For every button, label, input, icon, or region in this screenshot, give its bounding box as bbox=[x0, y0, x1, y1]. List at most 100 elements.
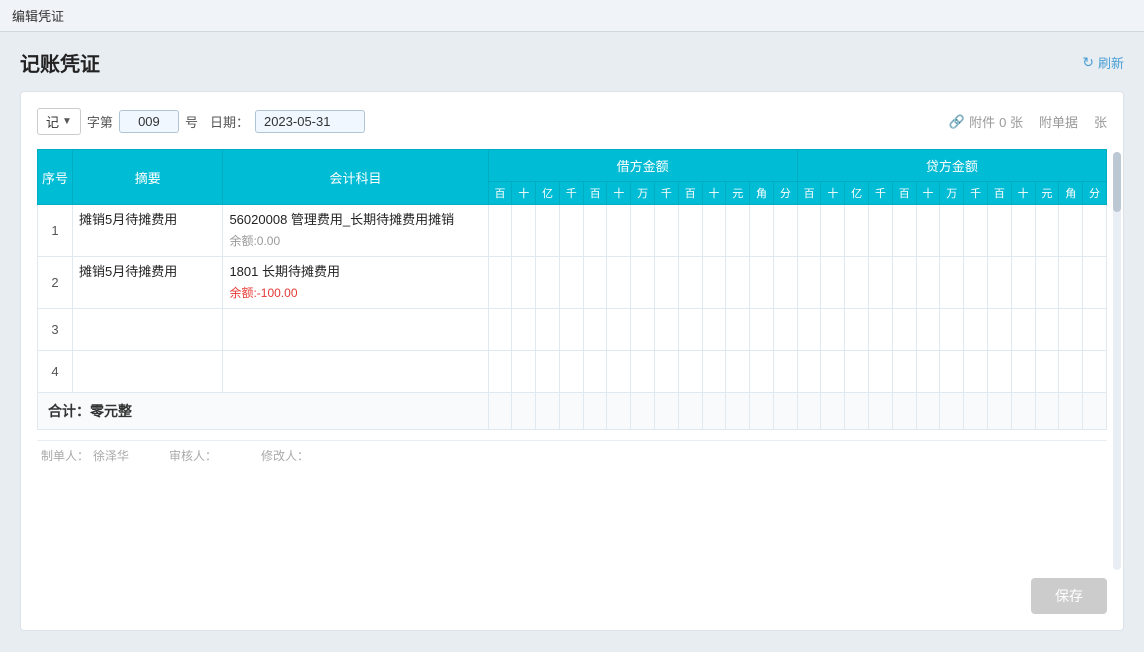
cell-debit-0-6[interactable] bbox=[631, 205, 655, 257]
cell-debit-2-7[interactable] bbox=[655, 309, 679, 351]
cell-debit-2-3[interactable] bbox=[559, 309, 583, 351]
cell-debit-1-0[interactable] bbox=[488, 257, 512, 309]
cell-summary-3[interactable] bbox=[73, 351, 223, 393]
cell-credit-1-6[interactable] bbox=[940, 257, 964, 309]
cell-debit-2-12[interactable] bbox=[773, 309, 797, 351]
cell-account-1[interactable]: 1801 长期待摊费用余额:-100.00 bbox=[223, 257, 488, 309]
cell-credit-0-4[interactable] bbox=[892, 205, 916, 257]
cell-credit-2-0[interactable] bbox=[797, 309, 821, 351]
cell-debit-0-7[interactable] bbox=[655, 205, 679, 257]
cell-account-2[interactable] bbox=[223, 309, 488, 351]
cell-debit-3-11[interactable] bbox=[750, 351, 774, 393]
scrollbar-thumb[interactable] bbox=[1113, 152, 1121, 212]
save-button[interactable]: 保存 bbox=[1031, 578, 1107, 614]
cell-debit-3-10[interactable] bbox=[726, 351, 750, 393]
cell-credit-2-6[interactable] bbox=[940, 309, 964, 351]
cell-debit-0-3[interactable] bbox=[559, 205, 583, 257]
cell-credit-3-0[interactable] bbox=[797, 351, 821, 393]
cell-debit-0-4[interactable] bbox=[583, 205, 607, 257]
cell-credit-1-9[interactable] bbox=[1011, 257, 1035, 309]
cell-debit-1-9[interactable] bbox=[702, 257, 726, 309]
voucher-no-input[interactable] bbox=[119, 110, 179, 133]
cell-credit-0-12[interactable] bbox=[1083, 205, 1107, 257]
cell-credit-3-4[interactable] bbox=[892, 351, 916, 393]
cell-debit-2-1[interactable] bbox=[512, 309, 536, 351]
cell-account-0[interactable]: 56020008 管理费用_长期待摊费用摊销余额:0.00 bbox=[223, 205, 488, 257]
cell-summary-0[interactable]: 摊销5月待摊费用 bbox=[73, 205, 223, 257]
table-row[interactable]: 2摊销5月待摊费用1801 长期待摊费用余额:-100.00 bbox=[38, 257, 1107, 309]
cell-credit-1-10[interactable] bbox=[1035, 257, 1059, 309]
scrollbar-track[interactable] bbox=[1113, 152, 1121, 570]
cell-credit-3-6[interactable] bbox=[940, 351, 964, 393]
cell-credit-0-7[interactable] bbox=[964, 205, 988, 257]
cell-debit-1-1[interactable] bbox=[512, 257, 536, 309]
cell-debit-1-3[interactable] bbox=[559, 257, 583, 309]
cell-debit-2-6[interactable] bbox=[631, 309, 655, 351]
cell-account-3[interactable] bbox=[223, 351, 488, 393]
cell-credit-1-8[interactable] bbox=[987, 257, 1011, 309]
cell-credit-3-3[interactable] bbox=[869, 351, 893, 393]
cell-debit-3-12[interactable] bbox=[773, 351, 797, 393]
cell-credit-2-2[interactable] bbox=[845, 309, 869, 351]
cell-credit-0-5[interactable] bbox=[916, 205, 940, 257]
cell-debit-1-7[interactable] bbox=[655, 257, 679, 309]
cell-credit-2-5[interactable] bbox=[916, 309, 940, 351]
cell-debit-2-4[interactable] bbox=[583, 309, 607, 351]
refresh-button[interactable]: ↻ 刷新 bbox=[1082, 53, 1124, 72]
cell-credit-1-7[interactable] bbox=[964, 257, 988, 309]
cell-credit-0-8[interactable] bbox=[987, 205, 1011, 257]
cell-debit-3-6[interactable] bbox=[631, 351, 655, 393]
cell-debit-3-9[interactable] bbox=[702, 351, 726, 393]
cell-summary-1[interactable]: 摊销5月待摊费用 bbox=[73, 257, 223, 309]
cell-credit-0-6[interactable] bbox=[940, 205, 964, 257]
cell-credit-1-11[interactable] bbox=[1059, 257, 1083, 309]
cell-debit-1-6[interactable] bbox=[631, 257, 655, 309]
cell-debit-0-9[interactable] bbox=[702, 205, 726, 257]
cell-debit-0-0[interactable] bbox=[488, 205, 512, 257]
cell-credit-1-5[interactable] bbox=[916, 257, 940, 309]
cell-debit-1-5[interactable] bbox=[607, 257, 631, 309]
cell-debit-1-4[interactable] bbox=[583, 257, 607, 309]
cell-credit-0-11[interactable] bbox=[1059, 205, 1083, 257]
cell-credit-3-8[interactable] bbox=[987, 351, 1011, 393]
cell-debit-0-12[interactable] bbox=[773, 205, 797, 257]
cell-credit-0-0[interactable] bbox=[797, 205, 821, 257]
cell-credit-2-7[interactable] bbox=[964, 309, 988, 351]
attach-link[interactable]: 🔗 附件 0 张 bbox=[949, 112, 1023, 131]
cell-credit-2-10[interactable] bbox=[1035, 309, 1059, 351]
table-row[interactable]: 1摊销5月待摊费用56020008 管理费用_长期待摊费用摊销余额:0.00 bbox=[38, 205, 1107, 257]
cell-debit-2-5[interactable] bbox=[607, 309, 631, 351]
cell-debit-3-8[interactable] bbox=[678, 351, 702, 393]
cell-credit-0-2[interactable] bbox=[845, 205, 869, 257]
cell-debit-2-9[interactable] bbox=[702, 309, 726, 351]
cell-credit-1-2[interactable] bbox=[845, 257, 869, 309]
cell-credit-0-3[interactable] bbox=[869, 205, 893, 257]
cell-credit-3-5[interactable] bbox=[916, 351, 940, 393]
cell-debit-1-12[interactable] bbox=[773, 257, 797, 309]
cell-credit-3-1[interactable] bbox=[821, 351, 845, 393]
cell-credit-3-12[interactable] bbox=[1083, 351, 1107, 393]
table-row[interactable]: 3 bbox=[38, 309, 1107, 351]
cell-credit-3-10[interactable] bbox=[1035, 351, 1059, 393]
cell-credit-1-1[interactable] bbox=[821, 257, 845, 309]
cell-debit-0-2[interactable] bbox=[536, 205, 560, 257]
cell-credit-2-3[interactable] bbox=[869, 309, 893, 351]
cell-credit-3-11[interactable] bbox=[1059, 351, 1083, 393]
cell-debit-3-0[interactable] bbox=[488, 351, 512, 393]
cell-credit-2-12[interactable] bbox=[1083, 309, 1107, 351]
cell-debit-3-2[interactable] bbox=[536, 351, 560, 393]
cell-debit-1-10[interactable] bbox=[726, 257, 750, 309]
cell-credit-1-4[interactable] bbox=[892, 257, 916, 309]
cell-credit-0-1[interactable] bbox=[821, 205, 845, 257]
date-input[interactable] bbox=[255, 110, 365, 133]
cell-credit-2-9[interactable] bbox=[1011, 309, 1035, 351]
cell-credit-0-10[interactable] bbox=[1035, 205, 1059, 257]
cell-debit-0-1[interactable] bbox=[512, 205, 536, 257]
cell-debit-2-0[interactable] bbox=[488, 309, 512, 351]
cell-credit-3-9[interactable] bbox=[1011, 351, 1035, 393]
cell-debit-2-2[interactable] bbox=[536, 309, 560, 351]
cell-credit-2-11[interactable] bbox=[1059, 309, 1083, 351]
cell-debit-2-11[interactable] bbox=[750, 309, 774, 351]
cell-debit-0-10[interactable] bbox=[726, 205, 750, 257]
cell-debit-2-10[interactable] bbox=[726, 309, 750, 351]
